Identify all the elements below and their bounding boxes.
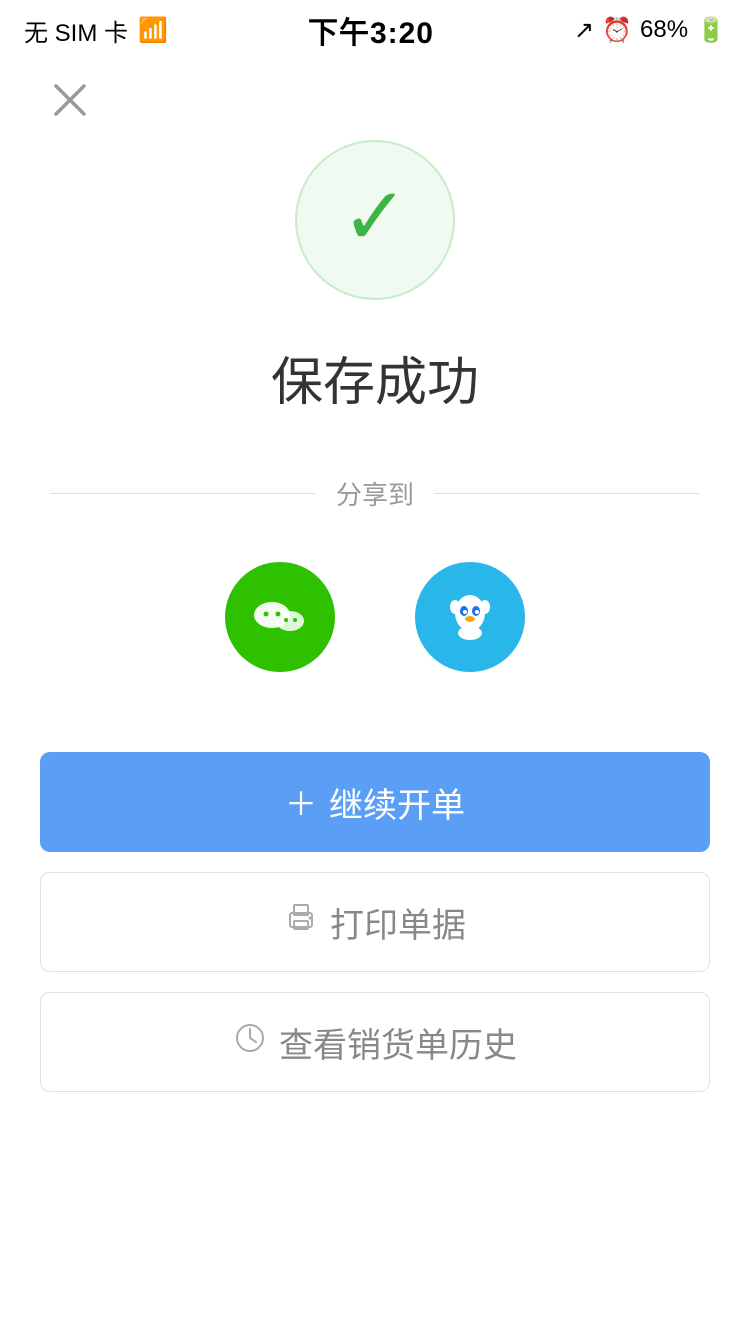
success-circle: ✓ [295,140,455,300]
status-bar: 无 SIM 卡 📶 下午3:20 ↗ ⏰ 68% 🔋 [0,0,750,60]
print-button[interactable]: 打印单据 [40,872,710,972]
print-label: 打印单据 [330,898,466,947]
no-sim-text: 无 SIM 卡 [24,13,128,48]
share-icons [225,562,525,672]
action-buttons: ＋ 继续开单 打印单据 [0,752,750,1092]
share-section: 分享到 [0,475,750,672]
close-button[interactable] [40,70,100,130]
printer-icon [284,901,318,935]
share-label: 分享到 [336,475,414,512]
status-left: 无 SIM 卡 📶 [24,13,168,48]
history-label: 查看销货单历史 [279,1018,517,1067]
history-button[interactable]: 查看销货单历史 [40,992,710,1092]
main-content: ✓ 保存成功 分享到 [0,60,750,1092]
plus-icon: ＋ [285,779,317,825]
status-time: 下午3:20 [308,8,434,52]
battery-text: 68% [640,16,688,44]
divider-row: 分享到 [50,475,700,512]
battery-icon: 🔋 [696,16,726,45]
success-title: 保存成功 [271,340,479,415]
qq-share-button[interactable] [415,562,525,672]
qq-icon [438,585,502,649]
wechat-share-button[interactable] [225,562,335,672]
wifi-icon: 📶 [138,16,168,45]
clock-icon [233,1021,267,1063]
wechat-icon [248,585,312,649]
location-icon: ↗ [574,16,594,45]
divider-left [50,493,316,494]
status-right: ↗ ⏰ 68% 🔋 [574,16,726,45]
close-icon [52,82,88,118]
print-icon [284,901,318,943]
checkmark-icon: ✓ [341,177,408,257]
continue-label: 继续开单 [329,778,465,827]
history-clock-icon [233,1021,267,1055]
divider-right [434,493,700,494]
alarm-icon: ⏰ [602,16,632,45]
continue-button[interactable]: ＋ 继续开单 [40,752,710,852]
